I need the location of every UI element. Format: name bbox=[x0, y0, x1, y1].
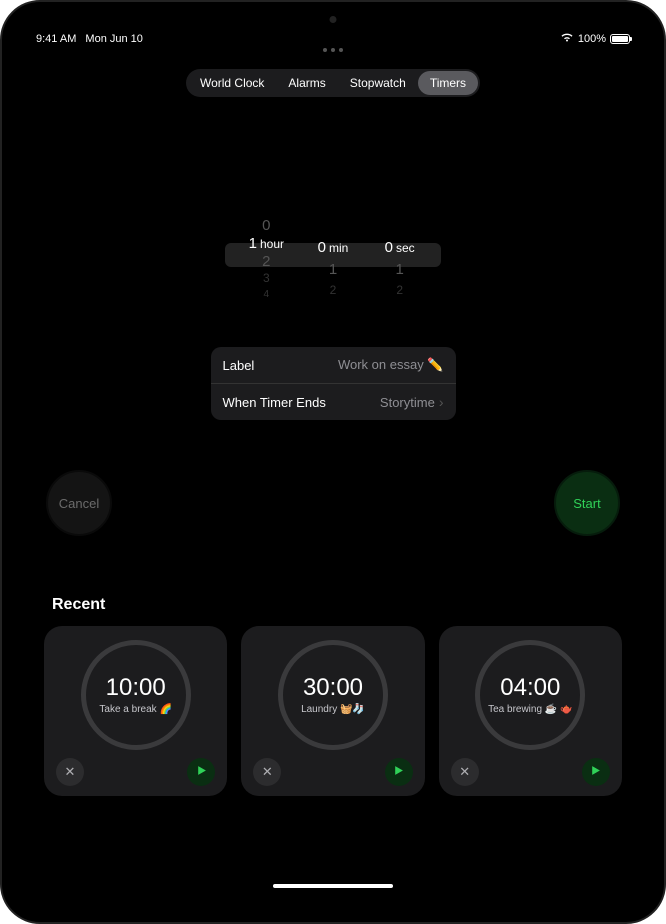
home-indicator[interactable] bbox=[273, 884, 393, 888]
picker-hours[interactable]: 0 1hour 2 3 4 bbox=[233, 217, 300, 307]
duration-picker[interactable]: 0 1hour 2 3 4 0min 1 2 0sec 1 2 bbox=[233, 217, 433, 307]
picker-hours-selected: 1 bbox=[249, 235, 257, 252]
tab-stopwatch[interactable]: Stopwatch bbox=[338, 71, 418, 95]
picker-sec-unit: sec bbox=[396, 241, 415, 255]
ipad-frame: 9:41 AM Mon Jun 10 100% World Clock Alar… bbox=[0, 0, 666, 924]
picker-hours-above: 0 bbox=[262, 217, 270, 234]
label-row[interactable]: Label Work on essay ✏️ bbox=[211, 347, 456, 383]
picker-min-below-1: 1 bbox=[329, 261, 337, 278]
picker-sec-below-1: 1 bbox=[396, 261, 404, 278]
start-button[interactable]: Start bbox=[554, 470, 620, 536]
timer-label: Take a break 🌈 bbox=[95, 704, 176, 716]
cancel-button[interactable]: Cancel bbox=[46, 470, 112, 536]
ends-row-key: When Timer Ends bbox=[223, 395, 326, 410]
close-icon: ✕ bbox=[65, 764, 76, 780]
status-right: 100% bbox=[560, 32, 630, 45]
battery-pct: 100% bbox=[578, 33, 606, 45]
recent-list: 10:00 Take a break 🌈 ✕ 30:00 Laundry 🧺🧦 bbox=[30, 626, 636, 796]
tab-world-clock[interactable]: World Clock bbox=[188, 71, 276, 95]
play-icon bbox=[196, 765, 207, 779]
picker-sec-selected: 0 bbox=[385, 239, 393, 256]
picker-minutes[interactable]: 0min 1 2 bbox=[300, 217, 367, 307]
close-icon: ✕ bbox=[459, 764, 470, 780]
timer-settings: Label Work on essay ✏️ When Timer Ends S… bbox=[211, 347, 456, 420]
chevron-right-icon: › bbox=[439, 394, 444, 410]
status-left: 9:41 AM Mon Jun 10 bbox=[36, 33, 149, 45]
picker-seconds[interactable]: 0sec 1 2 bbox=[366, 217, 433, 307]
delete-timer-button[interactable]: ✕ bbox=[253, 758, 281, 786]
status-date: Mon Jun 10 bbox=[85, 33, 142, 45]
picker-min-selected: 0 bbox=[318, 239, 326, 256]
timer-dial: 04:00 Tea brewing ☕️ 🫖 bbox=[475, 640, 585, 750]
timer-dial: 10:00 Take a break 🌈 bbox=[81, 640, 191, 750]
label-row-key: Label bbox=[223, 358, 255, 373]
play-icon bbox=[590, 765, 601, 779]
delete-timer-button[interactable]: ✕ bbox=[451, 758, 479, 786]
play-icon bbox=[393, 765, 404, 779]
status-time: 9:41 AM bbox=[36, 33, 76, 45]
wifi-icon bbox=[560, 32, 574, 45]
picker-hours-unit: hour bbox=[260, 237, 284, 251]
screen: 9:41 AM Mon Jun 10 100% World Clock Alar… bbox=[30, 30, 636, 894]
delete-timer-button[interactable]: ✕ bbox=[56, 758, 84, 786]
when-timer-ends-row[interactable]: When Timer Ends Storytime › bbox=[211, 383, 456, 420]
battery-icon bbox=[610, 34, 630, 44]
status-bar: 9:41 AM Mon Jun 10 100% bbox=[30, 30, 636, 45]
recent-card[interactable]: 30:00 Laundry 🧺🧦 ✕ bbox=[241, 626, 424, 796]
picker-hours-below-1: 2 bbox=[262, 253, 270, 270]
front-camera bbox=[330, 16, 337, 23]
recent-card[interactable]: 04:00 Tea brewing ☕️ 🫖 ✕ bbox=[439, 626, 622, 796]
start-button-label: Start bbox=[573, 496, 600, 511]
timer-time: 30:00 bbox=[303, 674, 363, 702]
picker-min-unit: min bbox=[329, 241, 348, 255]
recent-heading: Recent bbox=[52, 596, 636, 614]
timer-dial: 30:00 Laundry 🧺🧦 bbox=[278, 640, 388, 750]
play-timer-button[interactable] bbox=[187, 758, 215, 786]
picker-sec-below-2: 2 bbox=[396, 283, 403, 297]
tab-bar: World Clock Alarms Stopwatch Timers bbox=[186, 69, 480, 97]
close-icon: ✕ bbox=[262, 764, 273, 780]
multitask-indicator[interactable] bbox=[323, 48, 343, 52]
picker-hours-below-3: 4 bbox=[264, 289, 270, 300]
timer-label: Tea brewing ☕️ 🫖 bbox=[484, 704, 576, 716]
picker-hours-below-2: 3 bbox=[263, 271, 270, 285]
cancel-button-label: Cancel bbox=[59, 496, 99, 511]
recent-card[interactable]: 10:00 Take a break 🌈 ✕ bbox=[44, 626, 227, 796]
timer-time: 04:00 bbox=[500, 674, 560, 702]
play-timer-button[interactable] bbox=[582, 758, 610, 786]
label-row-value: Work on essay ✏️ bbox=[338, 357, 444, 373]
timer-time: 10:00 bbox=[106, 674, 166, 702]
play-timer-button[interactable] bbox=[385, 758, 413, 786]
tab-timers[interactable]: Timers bbox=[418, 71, 478, 95]
timer-actions: Cancel Start bbox=[30, 470, 636, 536]
tab-alarms[interactable]: Alarms bbox=[276, 71, 337, 95]
timer-label: Laundry 🧺🧦 bbox=[297, 704, 369, 716]
picker-min-below-2: 2 bbox=[330, 283, 337, 297]
ends-row-value: Storytime bbox=[380, 395, 435, 410]
